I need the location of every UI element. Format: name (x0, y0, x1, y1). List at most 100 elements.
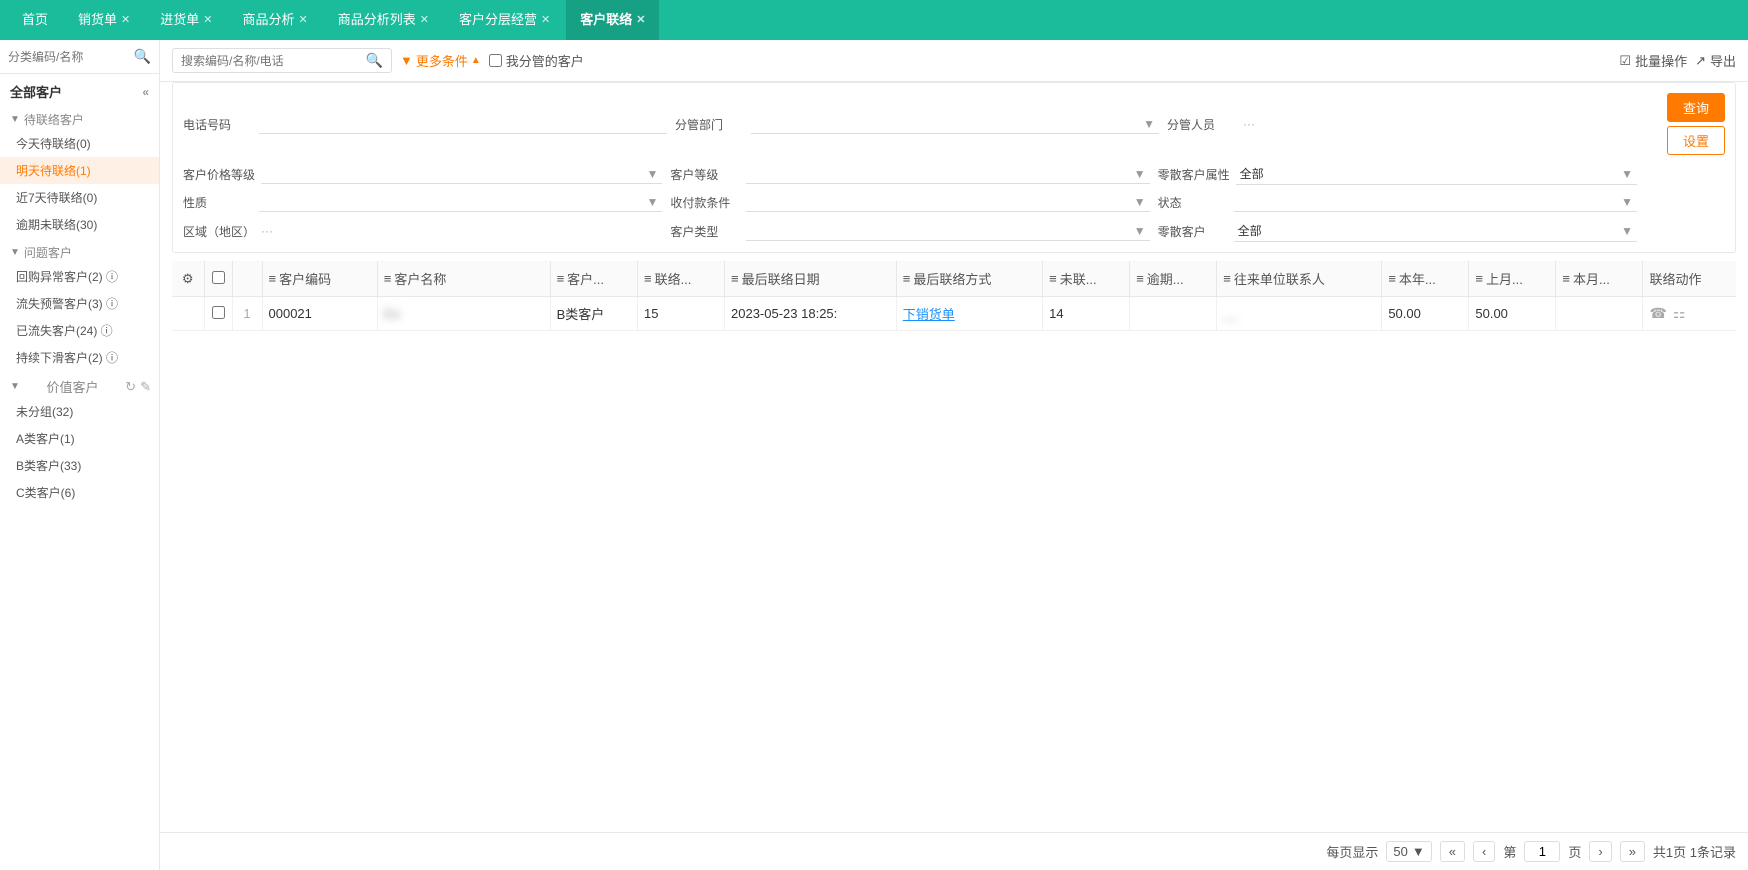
prev-page-btn[interactable]: ‹ (1473, 841, 1495, 862)
price-level-select[interactable]: ▼ (261, 165, 662, 184)
th-uncontacted[interactable]: ≡未联... (1043, 261, 1130, 297)
my-customer-check[interactable] (489, 54, 502, 67)
nav-close-purchase[interactable]: ✕ (203, 0, 212, 40)
th-settings[interactable]: ⚙ (172, 261, 204, 297)
th-name[interactable]: ≡客户名称 (377, 261, 550, 297)
sidebar-search-input[interactable] (8, 50, 130, 64)
filter-row-1: 电话号码 分管部门 ▼ 分管人员 ··· 查询 设置 (183, 93, 1725, 155)
td-uncontacted: 14 (1043, 297, 1130, 331)
nature-select[interactable]: ▼ (259, 193, 662, 212)
nav-close-customer-tier[interactable]: ✕ (541, 0, 550, 40)
value-customer-refresh-icon[interactable]: ↻ (125, 379, 136, 395)
sidebar-group-value[interactable]: 价值客户 ↻ ✎ (0, 371, 159, 398)
customer-type-select[interactable]: ▼ (746, 222, 1149, 241)
td-settings (172, 297, 204, 331)
nav-sales[interactable]: 销货单 ✕ (64, 0, 144, 40)
filter-price-level: 客户价格等级 ▼ (183, 165, 662, 184)
sidebar-item-churned[interactable]: 已流失客户(24) ⓘ (0, 317, 159, 344)
sidebar-search-icon[interactable]: 🔍 (134, 48, 151, 65)
phone-input[interactable] (259, 115, 667, 134)
filter-region: 区域（地区） ··· (183, 223, 662, 240)
sidebar-item-today[interactable]: 今天待联络(0) (0, 130, 159, 157)
sidebar-item-churn-warning[interactable]: 流失预警客户(3) ⓘ (0, 290, 159, 317)
nav-close-sales[interactable]: ✕ (121, 0, 130, 40)
filter-row-4: 区域（地区） ··· 客户类型 ▼ 零散客户 全部▼ (183, 220, 1725, 242)
sidebar-item-classC[interactable]: C类客户(6) (0, 479, 159, 506)
batch-ops-btn[interactable]: ☑ 批量操作 (1619, 51, 1687, 70)
more-conditions-btn[interactable]: ▼ 更多条件 ▲ (400, 51, 481, 70)
query-button[interactable]: 查询 (1667, 93, 1725, 122)
next-page-btn[interactable]: › (1589, 841, 1611, 862)
td-contact: 15 (637, 297, 724, 331)
nav-analysis-list[interactable]: 商品分析列表 ✕ (324, 0, 443, 40)
th-check[interactable] (204, 261, 232, 297)
row-checkbox[interactable] (212, 306, 225, 319)
td-last-contact-way[interactable]: 下销货单 (896, 297, 1042, 331)
region-more-btn[interactable]: ··· (261, 224, 273, 238)
filter-customer-type: 客户类型 ▼ (670, 222, 1149, 241)
action-menu-icon[interactable]: ⚏ (1673, 305, 1686, 322)
main-search-input[interactable] (181, 54, 360, 68)
filter-payment: 收付款条件 ▼ (670, 193, 1149, 212)
last-page-btn[interactable]: » (1620, 841, 1645, 862)
page-label: 第 (1503, 842, 1516, 861)
page-size-select[interactable]: 50 ▼ (1386, 841, 1431, 862)
sidebar-item-overdue[interactable]: 逾期未联络(30) (0, 211, 159, 238)
my-customer-checkbox[interactable]: 我分管的客户 (489, 51, 584, 70)
nav-close-analysis-list[interactable]: ✕ (420, 0, 429, 40)
sidebar-group-problem[interactable]: 问题客户 (0, 238, 159, 263)
value-customer-edit-icon[interactable]: ✎ (140, 379, 151, 395)
td-check[interactable] (204, 297, 232, 331)
sidebar-item-7days[interactable]: 近7天待联络(0) (0, 184, 159, 211)
th-contact[interactable]: ≡联络... (637, 261, 724, 297)
retail-customer-select[interactable]: 全部▼ (1234, 220, 1637, 242)
td-last-contact-date: 2023-05-23 18:25: (725, 297, 897, 331)
nav-home[interactable]: 首页 (8, 0, 62, 40)
sidebar-item-declining[interactable]: 持续下滑客户(2) ⓘ (0, 344, 159, 371)
first-page-btn[interactable]: « (1440, 841, 1465, 862)
sidebar-group-pending[interactable]: 待联络客户 (0, 105, 159, 130)
td-code: 000021 (262, 297, 377, 331)
th-last-contact-date[interactable]: ≡最后联络日期 (725, 261, 897, 297)
sidebar-item-ungrouped[interactable]: 未分组(32) (0, 398, 159, 425)
page-input[interactable] (1524, 841, 1560, 862)
nav-customer-contact[interactable]: 客户联络 ✕ (566, 0, 659, 40)
main-search-icon[interactable]: 🔍 (366, 52, 383, 69)
filter-status: 状态 ▼ (1158, 193, 1637, 212)
export-btn[interactable]: ↗ 导出 (1695, 51, 1736, 70)
nav-close-analysis[interactable]: ✕ (299, 0, 308, 40)
th-last-month[interactable]: ≡上月... (1469, 261, 1556, 297)
sidebar-item-tomorrow[interactable]: 明天待联络(1) (0, 157, 159, 184)
person-more-btn[interactable]: ··· (1243, 117, 1255, 131)
filter-retail-customer: 零散客户 全部▼ (1158, 220, 1637, 242)
filter-panel: 电话号码 分管部门 ▼ 分管人员 ··· 查询 设置 (172, 82, 1736, 253)
th-this-month[interactable]: ≡本月... (1556, 261, 1643, 297)
th-this-year[interactable]: ≡本年... (1382, 261, 1469, 297)
th-company-contact[interactable]: ≡往来单位联系人 (1217, 261, 1382, 297)
th-code[interactable]: ≡客户编码 (262, 261, 377, 297)
sidebar-item-classA[interactable]: A类客户(1) (0, 425, 159, 452)
sidebar-all-customers[interactable]: 全部客户 « (0, 74, 159, 105)
th-overdue[interactable]: ≡逾期... (1130, 261, 1217, 297)
set-button[interactable]: 设置 (1667, 126, 1725, 155)
payment-select[interactable]: ▼ (746, 193, 1149, 212)
retail-attr-select[interactable]: 全部▼ (1236, 163, 1637, 185)
th-last-contact-way[interactable]: ≡最后联络方式 (896, 261, 1042, 297)
filter-row-2: 客户价格等级 ▼ 客户等级 ▼ 零散客户属性 全部▼ (183, 163, 1725, 185)
customer-level-select[interactable]: ▼ (746, 165, 1149, 184)
filter-person: 分管人员 ··· (1167, 116, 1651, 133)
sidebar-item-classB[interactable]: B类客户(33) (0, 452, 159, 479)
top-nav: 首页 销货单 ✕ 进货单 ✕ 商品分析 ✕ 商品分析列表 ✕ 客户分层经营 ✕ … (0, 0, 1748, 40)
select-all-checkbox[interactable] (212, 271, 225, 284)
th-type[interactable]: ≡客户... (550, 261, 637, 297)
sidebar-collapse-icon[interactable]: « (142, 85, 149, 99)
nav-close-customer-contact[interactable]: ✕ (636, 0, 645, 40)
nav-analysis[interactable]: 商品分析 ✕ (228, 0, 321, 40)
dept-select[interactable]: ▼ (751, 115, 1159, 134)
td-this-month (1556, 297, 1643, 331)
nav-customer-tier[interactable]: 客户分层经营 ✕ (445, 0, 564, 40)
sidebar-item-abnormal-repurchase[interactable]: 回购异常客户(2) ⓘ (0, 263, 159, 290)
nav-purchase[interactable]: 进货单 ✕ (146, 0, 226, 40)
action-phone-icon[interactable]: ☎ (1649, 305, 1666, 322)
status-select[interactable]: ▼ (1234, 193, 1637, 212)
